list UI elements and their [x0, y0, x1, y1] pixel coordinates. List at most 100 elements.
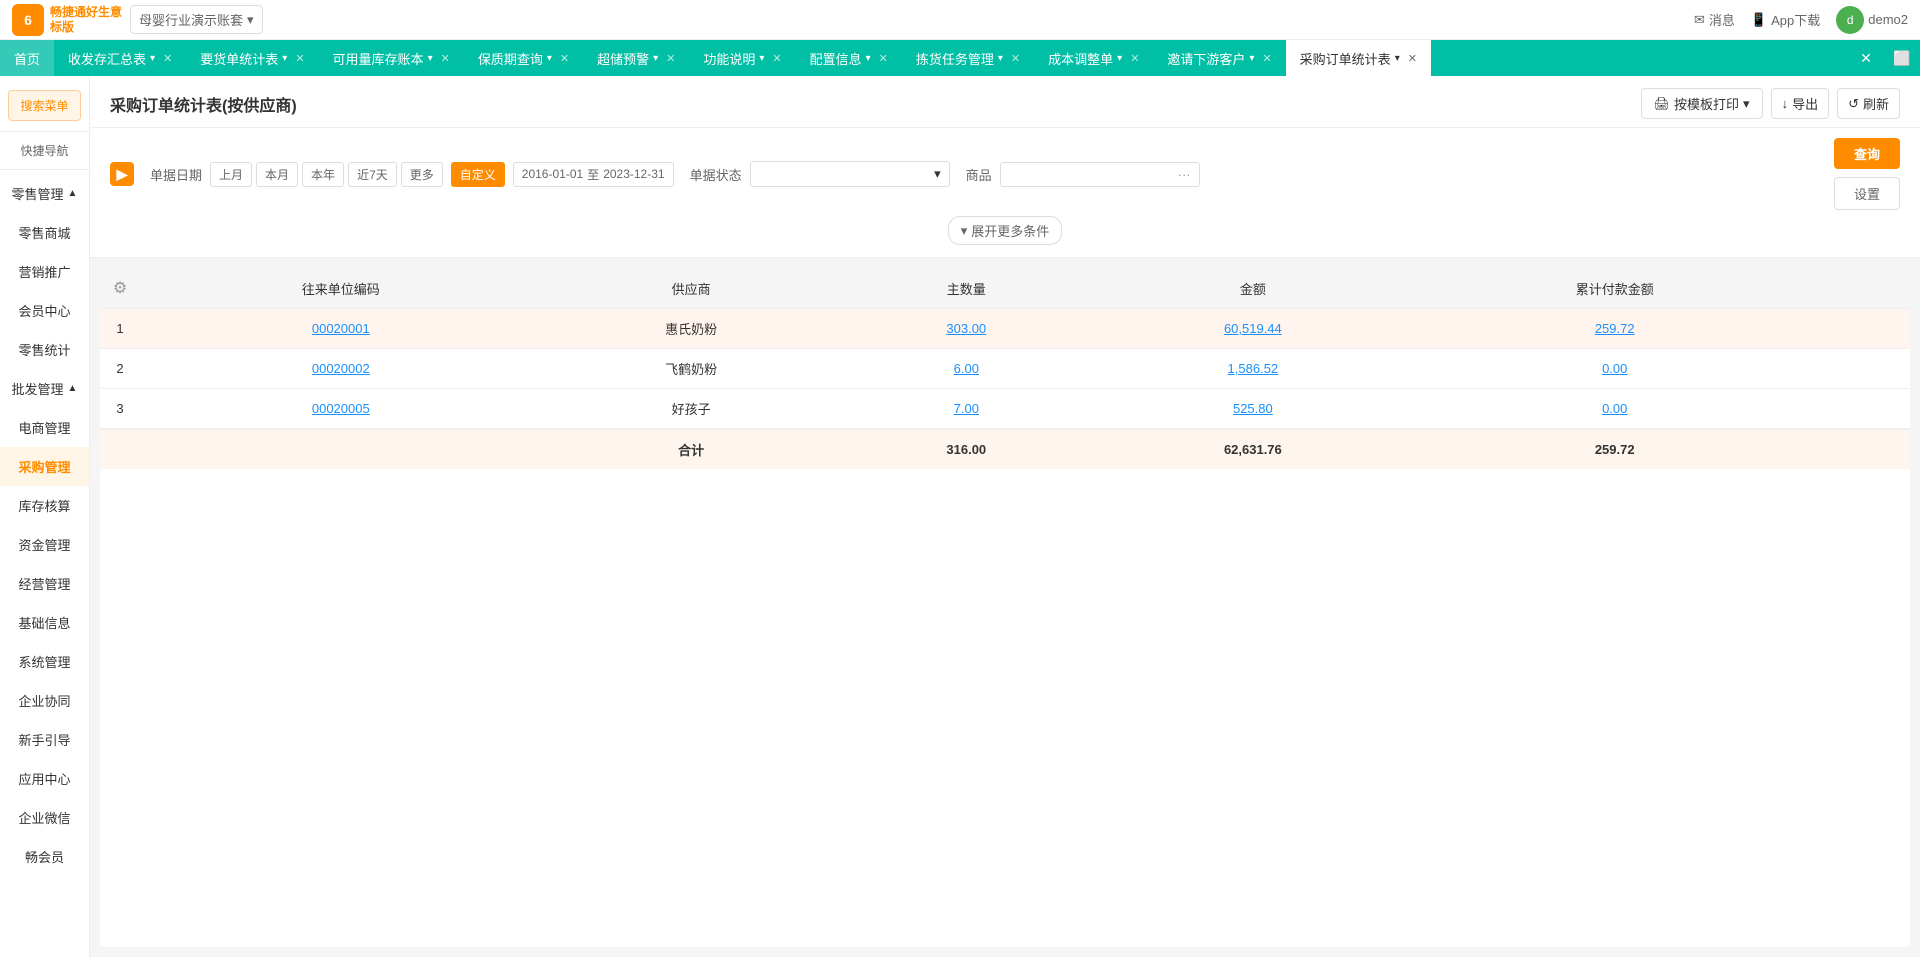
sidebar-item-enterprise-collab[interactable]: 企业协同: [0, 681, 89, 720]
table-header: ⚙ 往来单位编码 供应商 主数量 金额 累计付款金额: [100, 268, 1910, 309]
footer-qty: 316.00: [841, 429, 1092, 469]
close-icon[interactable]: ✕: [1408, 52, 1417, 65]
cell-amount[interactable]: 525.80: [1092, 389, 1414, 430]
sidebar-item-purchase-mgmt[interactable]: 采购管理: [0, 447, 89, 486]
page-actions: 🖨 按模板打印 ▾ ↓ 导出 ↺ 刷新: [1641, 88, 1901, 119]
date-shortcut-7days[interactable]: 近7天: [348, 162, 397, 187]
export-button[interactable]: ↓ 导出: [1771, 88, 1830, 119]
cell-extra: [1816, 309, 1911, 349]
sidebar-item-operations[interactable]: 经营管理: [0, 564, 89, 603]
tab-arrow-icon: ▾: [547, 53, 552, 64]
expand-conditions-button[interactable]: ▾ 展开更多条件: [948, 216, 1063, 245]
header-row: ⚙ 往来单位编码 供应商 主数量 金额 累计付款金额: [100, 268, 1910, 309]
date-shortcut-last-month[interactable]: 上月: [210, 162, 252, 187]
sidebar-item-member-center[interactable]: 会员中心: [0, 291, 89, 330]
tab-jianhuo[interactable]: 拣货任务管理 ▾ ✕: [902, 40, 1034, 76]
tab-caigou-active[interactable]: 采购订单统计表 ▾ ✕: [1286, 40, 1431, 76]
cell-unit-code[interactable]: 00020005: [140, 389, 542, 430]
cell-paid[interactable]: 259.72: [1414, 309, 1816, 349]
chevron-down-icon: ▾: [934, 166, 941, 182]
col-settings[interactable]: ⚙: [100, 268, 140, 309]
sidebar-item-base-info[interactable]: 基础信息: [0, 603, 89, 642]
message-button[interactable]: ✉ 消息: [1694, 10, 1735, 29]
col-paid: 累计付款金额: [1414, 268, 1816, 309]
sidebar-nav-button[interactable]: 快捷导航: [0, 136, 89, 165]
close-icon[interactable]: ✕: [441, 52, 450, 65]
sidebar-item-vip[interactable]: 畅会员: [0, 837, 89, 876]
close-icon[interactable]: ✕: [1130, 52, 1139, 65]
tab-shoufasun[interactable]: 收发存汇总表 ▾ ✕: [54, 40, 186, 76]
page-title: 采购订单统计表(按供应商): [110, 92, 297, 116]
sidebar-item-retail-mgmt[interactable]: 零售管理 ▲: [0, 174, 89, 213]
expand-icon: ▲: [68, 188, 78, 199]
col-unit-code: 往来单位编码: [140, 268, 542, 309]
row-index: 1: [100, 309, 140, 349]
footer-empty2: [140, 429, 542, 469]
cell-qty[interactable]: 7.00: [841, 389, 1092, 430]
date-custom-badge[interactable]: 自定义: [451, 162, 505, 187]
column-settings-icon[interactable]: ⚙: [113, 280, 127, 297]
query-button[interactable]: 查询: [1834, 138, 1900, 169]
date-shortcut-this-month[interactable]: 本月: [256, 162, 298, 187]
cell-qty[interactable]: 6.00: [841, 349, 1092, 389]
close-icon[interactable]: ✕: [666, 52, 675, 65]
tab-chaochu[interactable]: 超储预警 ▾ ✕: [583, 40, 689, 76]
sidebar-item-wholesale-mgmt[interactable]: 批发管理 ▲: [0, 369, 89, 408]
sidebar-item-newbie-guide[interactable]: 新手引导: [0, 720, 89, 759]
sidebar-item-retail-shop[interactable]: 零售商城: [0, 213, 89, 252]
cell-paid[interactable]: 0.00: [1414, 389, 1816, 430]
tab-keyongliang[interactable]: 可用量库存账本 ▾ ✕: [319, 40, 464, 76]
cell-amount[interactable]: 1,586.52: [1092, 349, 1414, 389]
date-shortcut-this-year[interactable]: 本年: [302, 162, 344, 187]
tab-baozhi[interactable]: 保质期查询 ▾ ✕: [464, 40, 583, 76]
refresh-button[interactable]: ↺ 刷新: [1837, 88, 1900, 119]
content-area: 采购订单统计表(按供应商) 🖨 按模板打印 ▾ ↓ 导出 ↺ 刷新: [90, 76, 1920, 957]
maximize-window-button[interactable]: ⬜: [1884, 40, 1920, 76]
workspace-selector[interactable]: 母婴行业演示账套 ▾: [130, 5, 263, 34]
sidebar-item-inventory[interactable]: 库存核算: [0, 486, 89, 525]
tab-chengben[interactable]: 成本调整单 ▾ ✕: [1034, 40, 1153, 76]
sidebar-item-ecommerce[interactable]: 电商管理: [0, 408, 89, 447]
close-window-button[interactable]: ✕: [1848, 40, 1884, 76]
cell-amount[interactable]: 60,519.44: [1092, 309, 1414, 349]
filter-toggle-button[interactable]: ▶: [110, 162, 134, 186]
app-download-button[interactable]: 📱 App下载: [1751, 10, 1820, 29]
user-menu[interactable]: d demo2: [1836, 6, 1908, 34]
cell-unit-code[interactable]: 00020002: [140, 349, 542, 389]
close-icon[interactable]: ✕: [163, 52, 172, 65]
status-select[interactable]: ▾: [750, 161, 950, 187]
cell-supplier: 惠氏奶粉: [542, 309, 841, 349]
date-shortcut-more[interactable]: 更多: [401, 162, 443, 187]
cell-qty[interactable]: 303.00: [841, 309, 1092, 349]
close-icon[interactable]: ✕: [1262, 52, 1271, 65]
close-icon[interactable]: ✕: [1011, 52, 1020, 65]
goods-input[interactable]: ···: [1000, 162, 1200, 187]
print-button[interactable]: 🖨 按模板打印 ▾: [1641, 88, 1763, 119]
filter-area: ▶ 单据日期 上月 本月 本年 近7天 更多 自定义 2016-01-01 至: [90, 128, 1920, 258]
filter-goods-group: 商品 ···: [966, 162, 1200, 187]
sidebar-item-app-center[interactable]: 应用中心: [0, 759, 89, 798]
tab-home[interactable]: 首页: [0, 40, 54, 76]
filter-row-1: ▶ 单据日期 上月 本月 本年 近7天 更多 自定义 2016-01-01 至: [110, 138, 1900, 210]
close-icon[interactable]: ✕: [879, 52, 888, 65]
sidebar-item-marketing[interactable]: 营销推广: [0, 252, 89, 291]
tab-gongneng[interactable]: 功能说明 ▾ ✕: [689, 40, 795, 76]
sidebar-item-system-mgmt[interactable]: 系统管理: [0, 642, 89, 681]
nav-tabs-bar: 首页 收发存汇总表 ▾ ✕ 要货单统计表 ▾ ✕ 可用量库存账本 ▾ ✕ 保质期…: [0, 40, 1920, 76]
close-icon[interactable]: ✕: [295, 52, 304, 65]
settings-button[interactable]: 设置: [1834, 177, 1900, 210]
sidebar-item-finance[interactable]: 资金管理: [0, 525, 89, 564]
sidebar-item-retail-stats[interactable]: 零售统计: [0, 330, 89, 369]
logo-area: 6 畅捷通好生意 标版: [12, 4, 122, 36]
search-menu-button[interactable]: 搜索菜单: [8, 90, 81, 121]
close-icon[interactable]: ✕: [560, 52, 569, 65]
sidebar: 搜索菜单 快捷导航 零售管理 ▲ 零售商城 营销推广 会员中心 零售统计 批发管…: [0, 76, 90, 957]
cell-paid[interactable]: 0.00: [1414, 349, 1816, 389]
close-icon[interactable]: ✕: [772, 52, 781, 65]
tab-peizhi[interactable]: 配置信息 ▾ ✕: [796, 40, 902, 76]
cell-unit-code[interactable]: 00020001: [140, 309, 542, 349]
date-range-display: 2016-01-01 至 2023-12-31: [513, 162, 674, 187]
tab-yaohuo[interactable]: 要货单统计表 ▾ ✕: [186, 40, 318, 76]
sidebar-item-enterprise-wechat[interactable]: 企业微信: [0, 798, 89, 837]
tab-yaoqing[interactable]: 邀请下游客户 ▾ ✕: [1153, 40, 1285, 76]
